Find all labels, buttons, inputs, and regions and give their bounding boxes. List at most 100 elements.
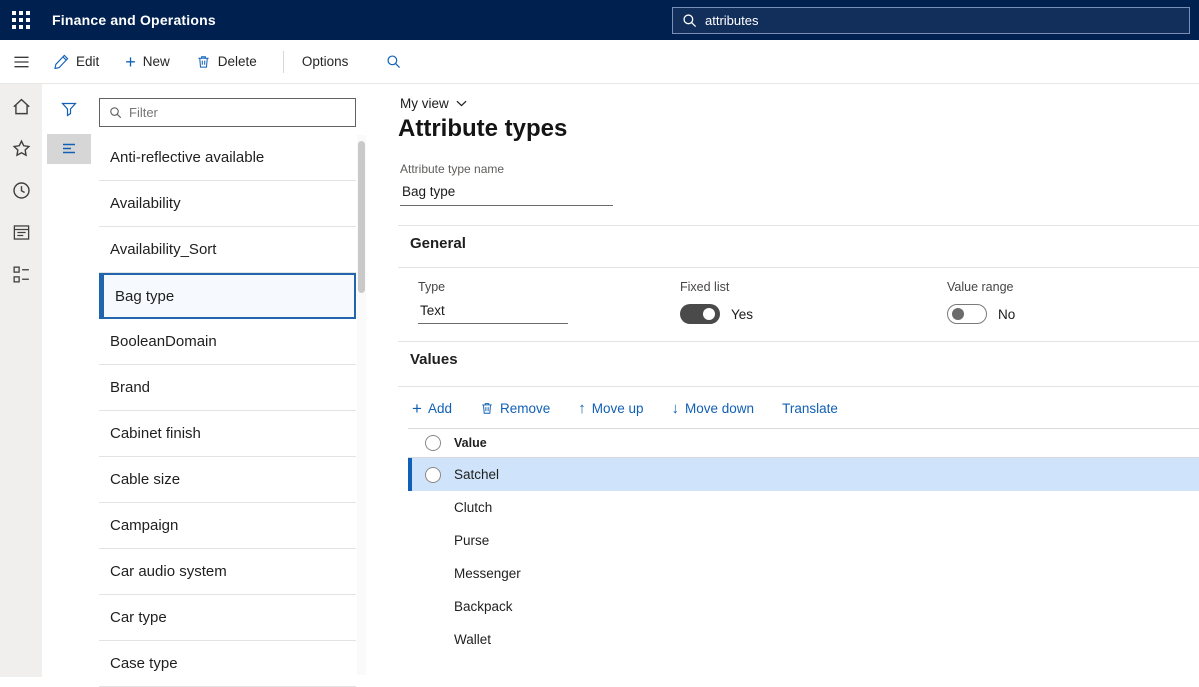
waffle-menu-icon[interactable]: [0, 0, 42, 40]
options-button[interactable]: Options: [302, 54, 349, 69]
arrow-down-icon: ↓: [672, 400, 680, 417]
value-column-header: Value: [454, 436, 487, 450]
select-all-radio[interactable]: [425, 435, 441, 451]
delete-label: Delete: [218, 54, 257, 69]
remove-label: Remove: [500, 401, 550, 416]
action-bar: Edit + New Delete Options: [0, 40, 1199, 84]
view-selector[interactable]: My view: [400, 96, 467, 111]
global-search-input[interactable]: [705, 13, 1180, 28]
home-icon[interactable]: [8, 93, 34, 119]
move-down-label: Move down: [685, 401, 754, 416]
edit-button[interactable]: Edit: [54, 54, 99, 69]
grid-row[interactable]: Clutch: [408, 491, 1199, 524]
list-item[interactable]: Anti-reflective available: [99, 135, 356, 181]
divider: [398, 386, 1199, 387]
plus-icon: +: [125, 55, 136, 69]
list-item[interactable]: Availability: [99, 181, 356, 227]
edit-label: Edit: [76, 54, 99, 69]
values-grid: Value Satchel Clutch Purse Messenger Bac…: [408, 428, 1199, 656]
fixed-list-state: Yes: [731, 307, 753, 322]
list-item[interactable]: Cable size: [99, 457, 356, 503]
grid-row[interactable]: Purse: [408, 524, 1199, 557]
filter-box[interactable]: [99, 98, 356, 127]
row-value: Messenger: [454, 566, 521, 581]
search-icon: [682, 13, 697, 28]
arrow-up-icon: ↑: [578, 400, 586, 417]
type-label: Type: [418, 280, 568, 294]
new-label: New: [143, 54, 170, 69]
filter-input[interactable]: [129, 105, 346, 120]
hamburger-menu-icon[interactable]: [0, 40, 42, 84]
trash-icon: [196, 54, 211, 69]
value-range-field-group: Value range No: [947, 280, 1015, 324]
list-item[interactable]: Car type: [99, 595, 356, 641]
general-section-header[interactable]: General: [410, 235, 466, 252]
list-item[interactable]: Brand: [99, 365, 356, 411]
chevron-down-icon: [456, 100, 467, 107]
app-title: Finance and Operations: [52, 12, 216, 28]
list-item[interactable]: BooleanDomain: [99, 319, 356, 365]
plus-icon: +: [412, 402, 422, 415]
toolbar-divider: [283, 51, 284, 73]
add-label: Add: [428, 401, 452, 416]
attribute-types-panel: Anti-reflective available Availability A…: [95, 90, 365, 677]
list-item[interactable]: Availability_Sort: [99, 227, 356, 273]
attribute-type-name-input[interactable]: [400, 180, 613, 206]
recent-clock-icon[interactable]: [8, 177, 34, 203]
translate-button[interactable]: Translate: [782, 401, 838, 416]
row-value: Clutch: [454, 500, 492, 515]
grid-row-selected[interactable]: Satchel: [408, 458, 1199, 491]
new-button[interactable]: + New: [125, 54, 170, 69]
top-bar: Finance and Operations: [0, 0, 1199, 40]
list-item[interactable]: Campaign: [99, 503, 356, 549]
remove-button[interactable]: Remove: [480, 401, 550, 416]
list-item-selected[interactable]: Bag type: [99, 273, 356, 319]
list-item[interactable]: Case type: [99, 641, 356, 687]
value-range-state: No: [998, 307, 1015, 322]
list-scrollbar-thumb[interactable]: [358, 141, 365, 293]
global-search-box[interactable]: [672, 7, 1190, 34]
divider: [398, 225, 1199, 226]
grid-row[interactable]: Messenger: [408, 557, 1199, 590]
values-section-header[interactable]: Values: [410, 351, 458, 368]
grid-row[interactable]: Backpack: [408, 590, 1199, 623]
attribute-type-list: Anti-reflective available Availability A…: [99, 135, 356, 687]
list-item[interactable]: Cabinet finish: [99, 411, 356, 457]
modules-hierarchy-icon[interactable]: [8, 261, 34, 287]
divider: [398, 341, 1199, 342]
filter-funnel-icon[interactable]: [52, 94, 86, 124]
move-down-button[interactable]: ↓ Move down: [672, 400, 755, 417]
list-scrollbar[interactable]: [357, 135, 366, 675]
fixed-list-label: Fixed list: [680, 280, 753, 294]
attribute-type-name-label: Attribute type name: [400, 162, 504, 176]
fixed-list-toggle[interactable]: [680, 304, 720, 324]
favorites-star-icon[interactable]: [8, 135, 34, 161]
grid-row[interactable]: Wallet: [408, 623, 1199, 656]
type-input[interactable]: [418, 297, 568, 324]
values-toolbar: + Add Remove ↑ Move up ↓ Move down Trans…: [412, 393, 838, 423]
pencil-icon: [54, 54, 69, 69]
add-button[interactable]: + Add: [412, 401, 452, 416]
row-value: Satchel: [454, 467, 499, 482]
grid-header-row: Value: [408, 428, 1199, 458]
trash-icon: [480, 401, 494, 415]
panel-tab-rail: [42, 84, 95, 677]
page-title: Attribute types: [398, 115, 567, 143]
type-field-group: Type: [418, 280, 568, 324]
move-up-label: Move up: [592, 401, 644, 416]
row-radio[interactable]: [425, 467, 441, 483]
value-range-toggle[interactable]: [947, 304, 987, 324]
left-nav-rail: [0, 84, 42, 677]
divider: [398, 267, 1199, 268]
move-up-button[interactable]: ↑ Move up: [578, 400, 643, 417]
main-content: My view Attribute types Attribute type n…: [398, 90, 1199, 677]
workspaces-icon[interactable]: [8, 219, 34, 245]
delete-button[interactable]: Delete: [196, 54, 257, 69]
translate-label: Translate: [782, 401, 838, 416]
toolbar-search-icon[interactable]: [386, 54, 401, 69]
list-view-icon[interactable]: [47, 134, 91, 164]
filter-search-icon: [109, 106, 122, 119]
value-range-label: Value range: [947, 280, 1015, 294]
list-item[interactable]: Car audio system: [99, 549, 356, 595]
fixed-list-field-group: Fixed list Yes: [680, 280, 753, 324]
